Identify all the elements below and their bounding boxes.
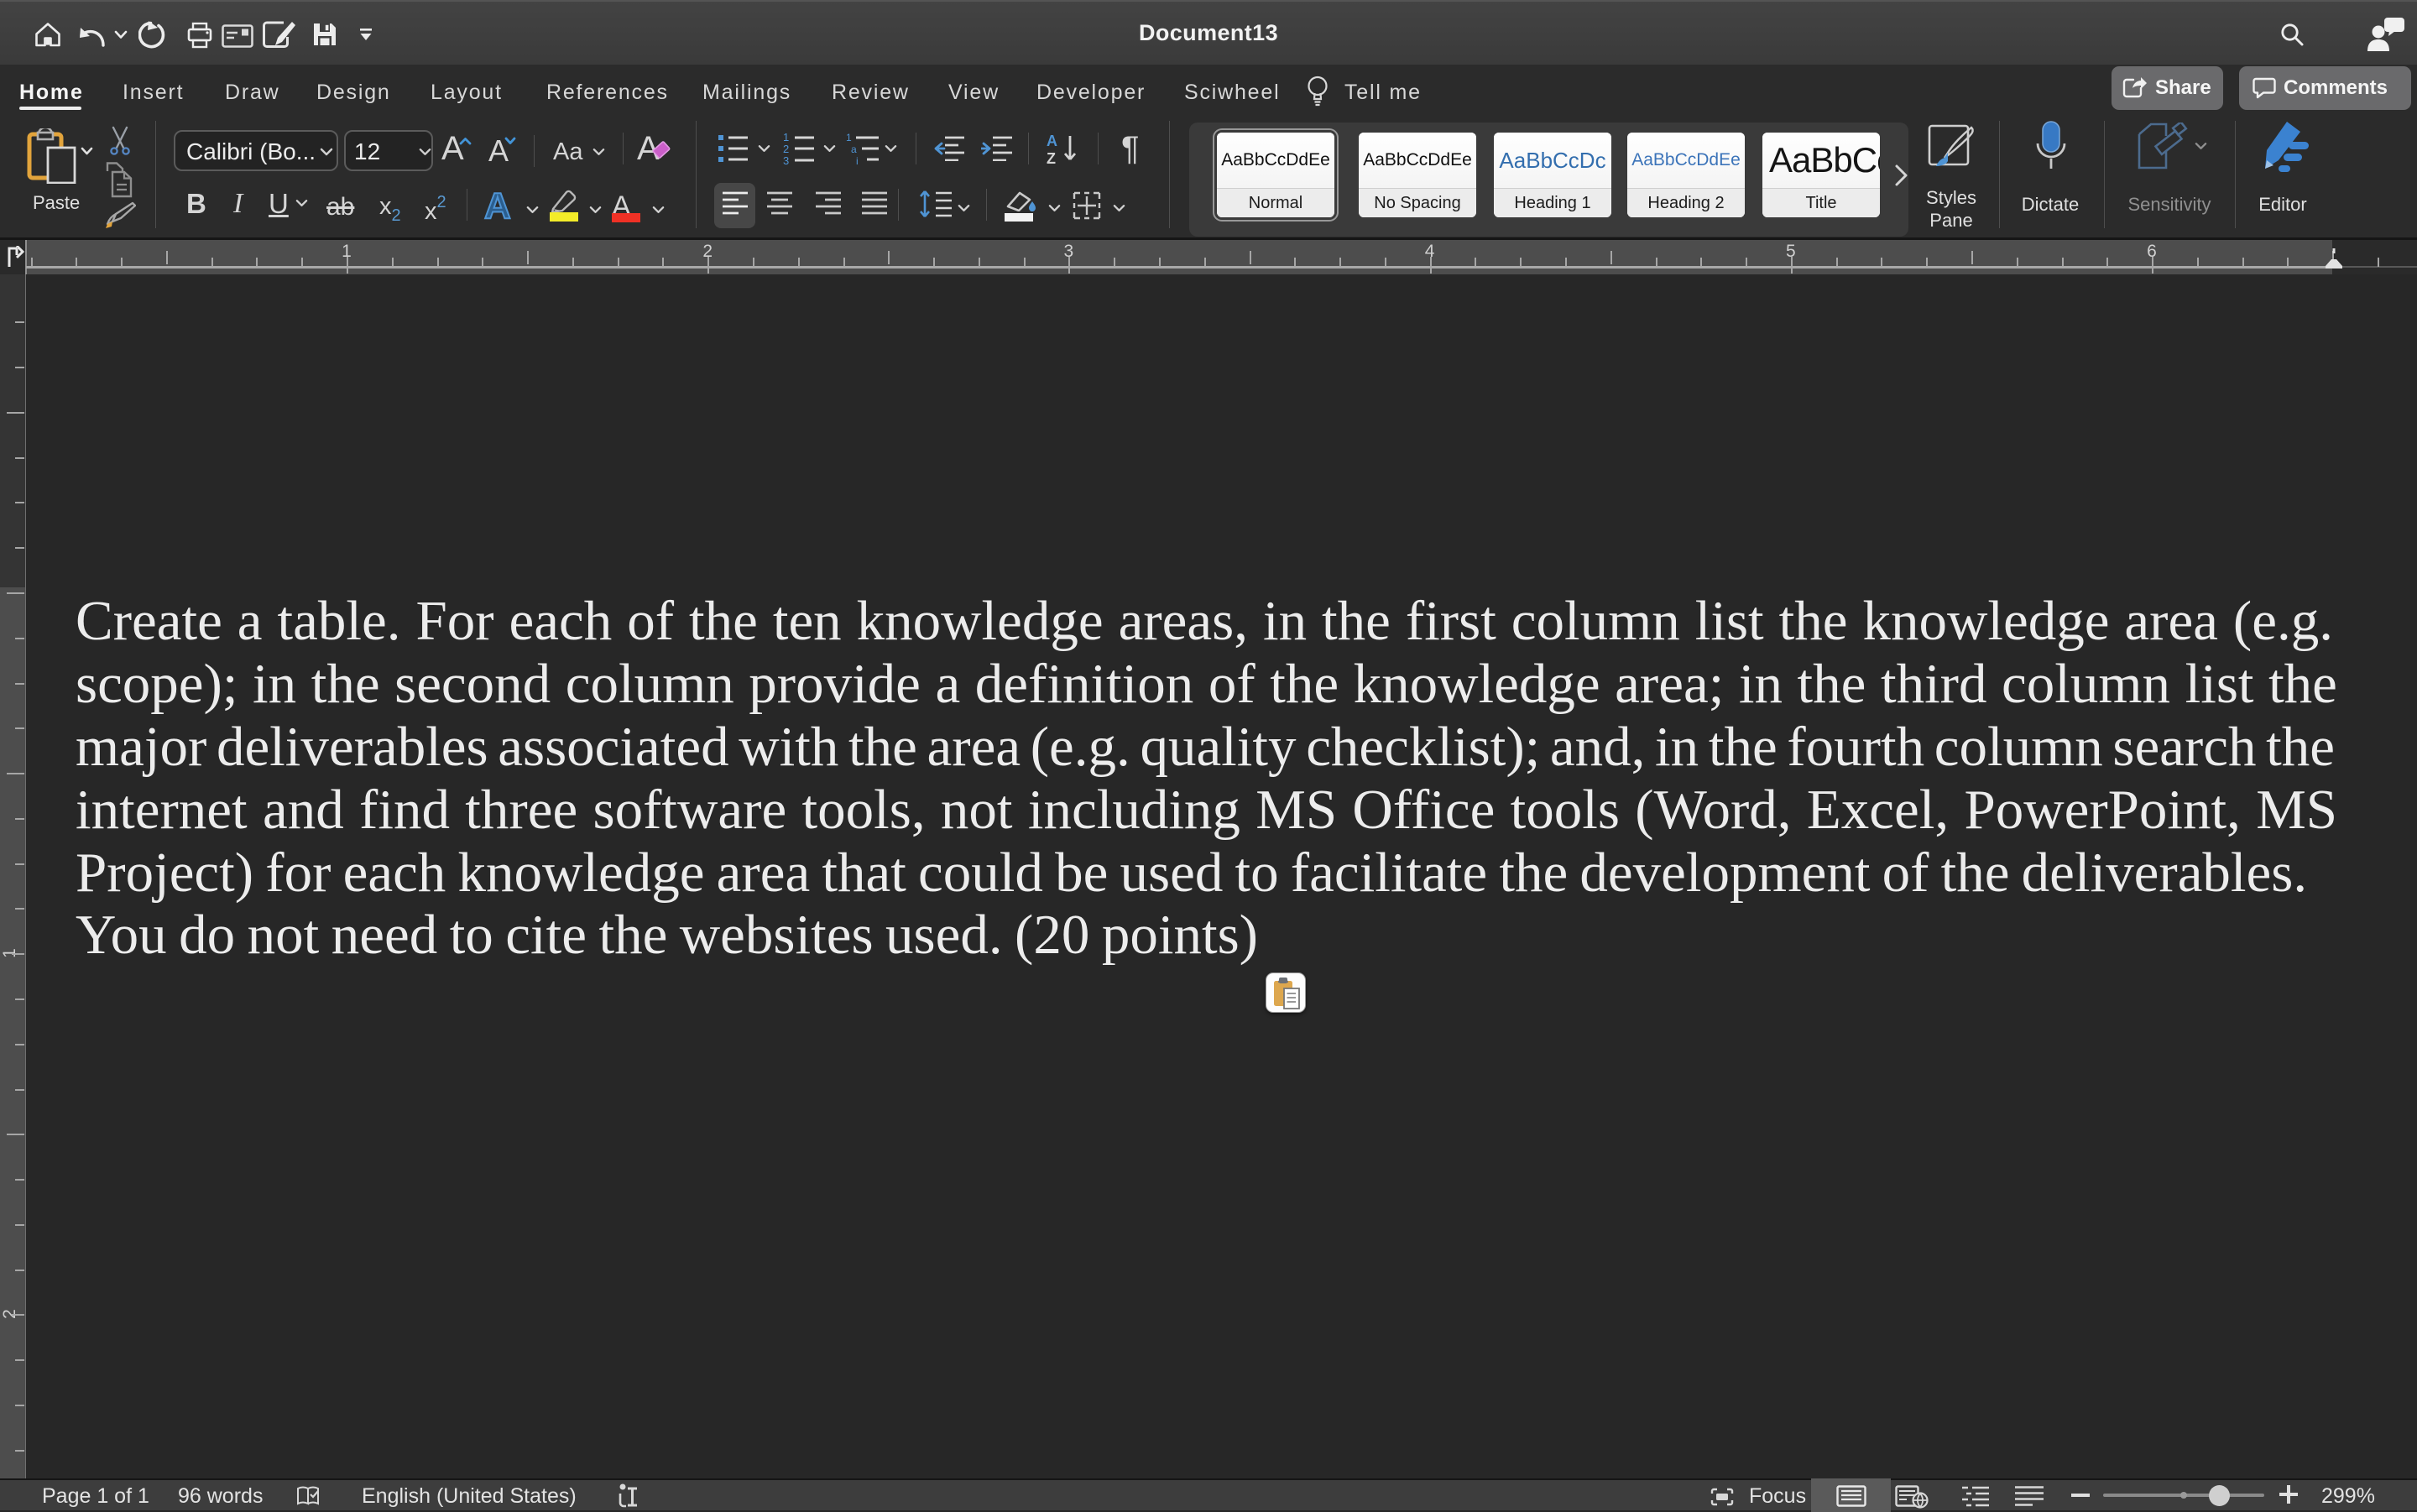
svg-text:3: 3 — [783, 154, 789, 164]
svg-text:a: a — [851, 143, 857, 155]
svg-text:Z: Z — [1047, 150, 1056, 164]
svg-text:A: A — [1047, 133, 1057, 149]
svg-text:i: i — [856, 155, 859, 164]
svg-text:2: 2 — [783, 143, 789, 155]
svg-text:1: 1 — [846, 133, 852, 143]
